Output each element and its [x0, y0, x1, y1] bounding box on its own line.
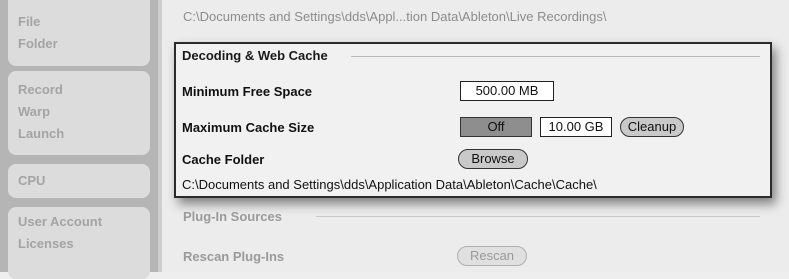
main-divider	[158, 0, 162, 272]
browse-button[interactable]: Browse	[458, 149, 528, 169]
plugin-sources-title: Plug-In Sources	[183, 209, 282, 224]
cleanup-button[interactable]: Cleanup	[620, 117, 684, 137]
rescan-button[interactable]: Rescan	[457, 246, 527, 266]
rescan-plugins-label: Rescan Plug-Ins	[183, 249, 285, 264]
sidebar-item-folder[interactable]: Folder	[18, 36, 58, 51]
sidebar-item-launch[interactable]: Launch	[18, 126, 64, 141]
sidebar-item-record[interactable]: Record	[18, 82, 63, 97]
sidebar-item-warp[interactable]: Warp	[18, 104, 50, 119]
sidebar-item-cpu[interactable]: CPU	[18, 173, 45, 188]
preferences-sidebar: File Folder Record Warp Launch CPU User …	[0, 0, 158, 279]
decoding-web-cache-panel: Decoding & Web Cache Minimum Free Space …	[174, 42, 772, 198]
panel-divider	[351, 56, 760, 57]
panel-title: Decoding & Web Cache	[182, 48, 334, 63]
max-cache-off-toggle[interactable]: Off	[460, 117, 532, 137]
min-free-space-field[interactable]: 500.00 MB	[460, 81, 554, 101]
sidebar-group-record-warp-launch: Record Warp Launch	[8, 71, 150, 155]
sidebar-item-file[interactable]: File	[18, 14, 40, 29]
plugin-sources-divider	[316, 216, 760, 217]
sidebar-group-user-account-licenses: User Account Licenses	[8, 207, 150, 279]
sidebar-group-cpu: CPU	[8, 164, 150, 198]
recordings-folder-path: C:\Documents and Settings\dds\Appl...tio…	[183, 9, 607, 24]
sidebar-group-file-folder: File Folder	[8, 0, 150, 66]
cache-folder-label: Cache Folder	[182, 152, 265, 167]
min-free-space-label: Minimum Free Space	[182, 84, 313, 99]
cache-folder-path: C:\Documents and Settings\dds\Applicatio…	[182, 177, 597, 192]
max-cache-size-label: Maximum Cache Size	[182, 120, 315, 135]
sidebar-item-user-account[interactable]: User Account	[18, 214, 102, 229]
max-cache-size-field[interactable]: 10.00 GB	[540, 117, 612, 137]
sidebar-item-licenses[interactable]: Licenses	[18, 236, 74, 251]
